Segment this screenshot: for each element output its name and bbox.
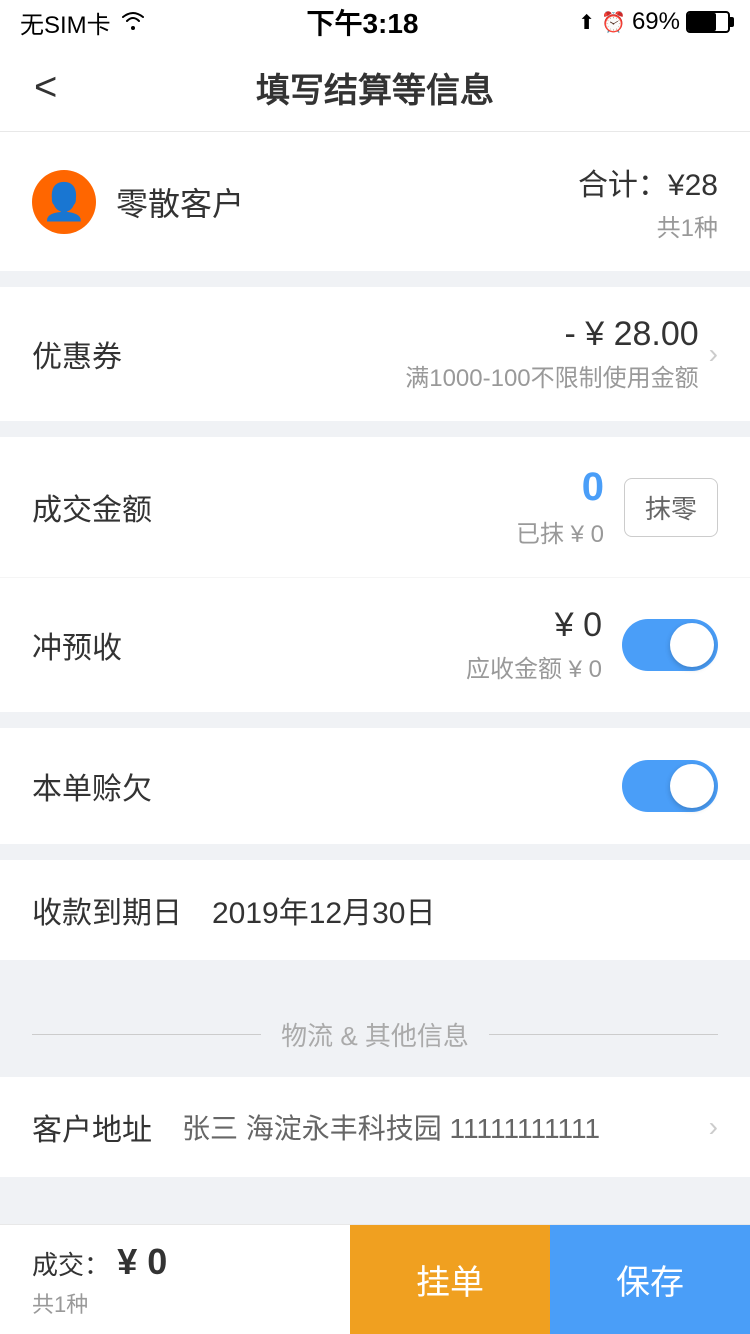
bottom-deal-label: 成交： ¥ 0 — [32, 1241, 318, 1283]
debt-toggle-knob — [670, 764, 714, 808]
deal-amount-right: 0 已抹 ¥ 0 — [516, 465, 604, 549]
debt-toggle[interactable] — [622, 760, 718, 812]
due-date-label: 收款到期日 — [32, 888, 182, 932]
coupon-row[interactable]: 优惠券 - ¥ 28.00 满1000-100不限制使用金额 › — [0, 287, 750, 421]
status-left: 无SIM卡 — [20, 5, 147, 40]
coupon-right: - ¥ 28.00 满1000-100不限制使用金额 — [405, 315, 698, 393]
hold-button-label: 挂单 — [416, 1255, 484, 1304]
round-button[interactable]: 抹零 — [624, 478, 718, 537]
address-row[interactable]: 客户地址 张三 海淀永丰科技园 11111111111 › — [0, 1077, 750, 1177]
logistics-header-text: 物流 & 其他信息 — [261, 1016, 489, 1053]
customer-card: 👤 零散客户 合计：¥28 共1种 — [0, 132, 750, 271]
logistics-header: 物流 & 其他信息 — [0, 992, 750, 1077]
back-button[interactable]: < — [24, 55, 67, 120]
battery-icon — [686, 11, 730, 33]
debt-row: 本单赊欠 — [0, 728, 750, 844]
customer-right: 合计：¥28 共1种 — [578, 160, 718, 243]
save-button-label: 保存 — [616, 1255, 684, 1304]
total-count: 共1种 — [578, 208, 718, 243]
prepay-row: 冲预收 ¥ 0 应收金额 ¥ 0 — [0, 578, 750, 712]
time-label: 下午3:18 — [306, 2, 418, 42]
chevron-right-icon: › — [709, 338, 718, 370]
nav-bar: < 填写结算等信息 — [0, 44, 750, 132]
toggle-knob — [670, 623, 714, 667]
bottom-count: 共1种 — [32, 1287, 318, 1319]
user-icon: 👤 — [42, 181, 87, 223]
location-icon: ⬆ — [578, 10, 595, 35]
deal-amount-value: 0 — [582, 465, 604, 510]
customer-left: 👤 零散客户 — [32, 170, 244, 234]
address-value: 张三 海淀永丰科技园 11111111111 — [182, 1107, 699, 1147]
due-date-value: 2019年12月30日 — [212, 888, 435, 932]
deal-amount-row: 成交金额 0 已抹 ¥ 0 抹零 — [0, 437, 750, 578]
due-date-section: 收款到期日 2019年12月30日 — [0, 860, 750, 960]
bottom-info: 成交： ¥ 0 共1种 — [0, 1241, 350, 1319]
page-title: 填写结算等信息 — [256, 63, 494, 112]
address-label: 客户地址 — [32, 1105, 152, 1149]
address-chevron-icon: › — [709, 1111, 718, 1143]
debt-label: 本单赊欠 — [32, 764, 152, 808]
status-right: ⬆ ⏰ 69% — [578, 8, 730, 36]
battery-percent: 69% — [632, 8, 680, 36]
hold-button[interactable]: 挂单 — [350, 1225, 550, 1334]
coupon-desc: 满1000-100不限制使用金额 — [405, 358, 698, 393]
content-area: 👤 零散客户 合计：¥28 共1种 优惠券 - ¥ 28.00 满1000-10… — [0, 132, 750, 1313]
prepay-label: 冲预收 — [32, 623, 122, 667]
deal-prepay-section: 成交金额 0 已抹 ¥ 0 抹零 冲预收 ¥ 0 应收金额 ¥ 0 — [0, 437, 750, 712]
deal-amount-sub: 已抹 ¥ 0 — [516, 514, 604, 549]
bottom-bar: 成交： ¥ 0 共1种 挂单 保存 — [0, 1224, 750, 1334]
coupon-amount: - ¥ 28.00 — [564, 315, 698, 354]
divider — [0, 976, 750, 992]
total-amount: 合计：¥28 — [578, 160, 718, 204]
status-bar: 无SIM卡 下午3:18 ⬆ ⏰ 69% — [0, 0, 750, 44]
debt-section: 本单赊欠 — [0, 728, 750, 844]
prepay-sub: 应收金额 ¥ 0 — [466, 649, 602, 684]
customer-name: 零散客户 — [116, 179, 244, 225]
prepay-toggle[interactable] — [622, 619, 718, 671]
avatar: 👤 — [32, 170, 96, 234]
coupon-label: 优惠券 — [32, 332, 122, 376]
prepay-right: ¥ 0 应收金额 ¥ 0 — [466, 606, 602, 684]
save-button[interactable]: 保存 — [550, 1225, 750, 1334]
coupon-section: 优惠券 - ¥ 28.00 满1000-100不限制使用金额 › — [0, 287, 750, 421]
carrier-label: 无SIM卡 — [20, 5, 111, 40]
alarm-icon: ⏰ — [601, 10, 626, 35]
due-date-row[interactable]: 收款到期日 2019年12月30日 — [0, 860, 750, 960]
prepay-value: ¥ 0 — [555, 606, 602, 645]
bottom-deal-amount: ¥ 0 — [117, 1241, 167, 1282]
wifi-icon — [119, 8, 147, 37]
deal-amount-label: 成交金额 — [32, 485, 152, 529]
